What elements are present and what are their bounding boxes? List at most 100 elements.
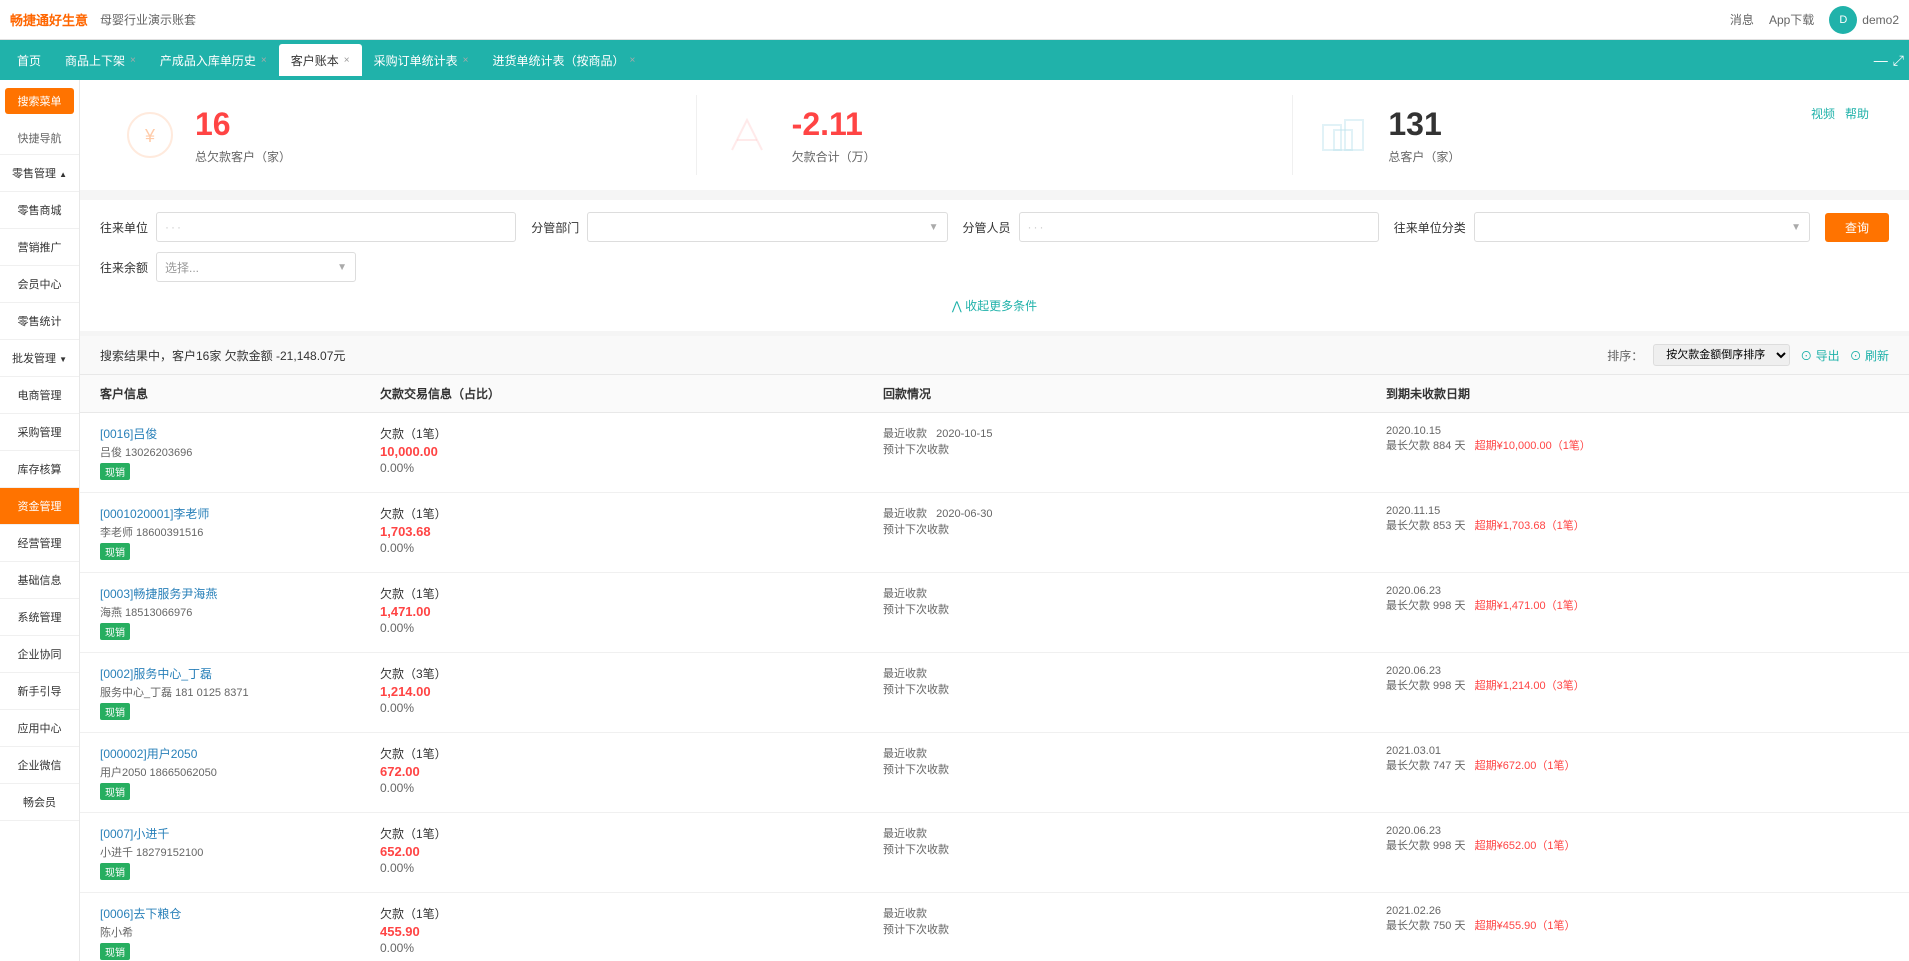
sidebar-search-btn[interactable]: 搜索菜单	[5, 88, 74, 114]
tab-customer-account[interactable]: 客户账本 ×	[279, 44, 362, 76]
customer-link[interactable]: [0007]小进千	[100, 827, 169, 841]
customer-code-name[interactable]: [0016]吕俊	[100, 425, 380, 442]
overdue-link[interactable]: 超期¥1,471.00（1笔）	[1475, 600, 1585, 612]
debt-amount[interactable]: 10,000.00	[380, 444, 883, 459]
sidebar-item-retail-stats[interactable]: 零售统计	[0, 303, 79, 340]
customer-link[interactable]: [0006]去下粮仓	[100, 907, 181, 921]
search-button[interactable]: 查询	[1825, 213, 1889, 242]
overdue-link[interactable]: 超期¥10,000.00（1笔）	[1475, 440, 1591, 452]
nav-maximize[interactable]: ⤢	[1893, 52, 1904, 69]
overdue-link[interactable]: 超期¥1,703.68（1笔）	[1475, 520, 1585, 532]
table-row: [0003]畅捷服务尹海燕 海燕 18513066976 现销 欠款（1笔） 1…	[80, 573, 1909, 653]
sidebar-item-member-vip[interactable]: 畅会员	[0, 784, 79, 821]
next-payment: 预计下次收款	[883, 761, 1386, 777]
sidebar-item-wechat[interactable]: 企业微信	[0, 747, 79, 784]
tab-purchase-stats[interactable]: 采购订单统计表 ×	[362, 44, 481, 76]
avatar-area[interactable]: D demo2	[1829, 6, 1899, 34]
export-btn[interactable]: ⊙ 导出	[1800, 347, 1839, 364]
sidebar-item-system[interactable]: 系统管理	[0, 599, 79, 636]
overdue-days: 最长欠款 750 天 超期¥455.90（1笔）	[1386, 917, 1889, 933]
tab-product-off[interactable]: 商品上下架 ×	[53, 44, 148, 76]
unit-type-input[interactable]: ▼	[1474, 212, 1810, 242]
sidebar-item-retail-mall[interactable]: 零售商城	[0, 192, 79, 229]
debt-amount[interactable]: 1,214.00	[380, 684, 883, 699]
customer-code-name[interactable]: [0006]去下粮仓	[100, 905, 380, 922]
due-date: 2020.06.23	[1386, 825, 1889, 837]
sidebar-item-enterprise[interactable]: 企业协同	[0, 636, 79, 673]
tab-product-history[interactable]: 产成品入库单历史 ×	[148, 44, 279, 76]
last-payment: 最近收款	[883, 585, 1386, 601]
sidebar-item-basic-info[interactable]: 基础信息	[0, 562, 79, 599]
tab-purchase-stats-close[interactable]: ×	[463, 55, 469, 66]
customer-code-name[interactable]: [000002]用户2050	[100, 745, 380, 762]
stat-label-total-customers: 总客户（家）	[1388, 148, 1796, 165]
tab-product-history-close[interactable]: ×	[261, 55, 267, 66]
debt-cell: 欠款（3笔） 1,214.00 0.00%	[380, 665, 883, 720]
sidebar-item-member[interactable]: 会员中心	[0, 266, 79, 303]
sidebar-item-batch-mgmt[interactable]: 批发管理 ▼	[0, 340, 79, 377]
tab-product-off-close[interactable]: ×	[130, 55, 136, 66]
customer-cell: [0002]服务中心_丁磊 服务中心_丁磊 181 0125 8371 现销	[100, 665, 380, 720]
sidebar-item-retail-mgmt[interactable]: 零售管理 ▲	[0, 155, 79, 192]
message-btn[interactable]: 消息	[1730, 11, 1754, 28]
stat-label-debt-customers: 总欠款客户（家）	[195, 148, 676, 165]
sidebar-item-app-center[interactable]: 应用中心	[0, 710, 79, 747]
debt-percent: 0.00%	[380, 781, 883, 795]
overdue-link[interactable]: 超期¥672.00（1笔）	[1475, 760, 1576, 772]
collapse-icon: ⋀	[952, 299, 962, 313]
tab-home[interactable]: 首页	[5, 44, 53, 76]
customer-badge: 现销	[100, 863, 130, 880]
collapse-btn[interactable]: ⋀ 收起更多条件	[100, 292, 1889, 319]
stat-info-debt-customers: 16 总欠款客户（家）	[195, 106, 676, 165]
video-btn[interactable]: 视频	[1811, 105, 1835, 122]
overdue-link[interactable]: 超期¥455.90（1笔）	[1475, 920, 1576, 932]
customer-link[interactable]: [0016]吕俊	[100, 427, 157, 441]
filter-unit-type: 往来单位分类 ▼	[1394, 212, 1810, 242]
last-payment: 最近收款	[883, 665, 1386, 681]
tab-purchase-product-stats-close[interactable]: ×	[629, 55, 635, 66]
balance-input[interactable]: 选择... ▼	[156, 252, 356, 282]
help-btn[interactable]: 帮助	[1845, 105, 1869, 122]
sidebar-item-finance[interactable]: 资金管理	[0, 488, 79, 525]
customer-code-name[interactable]: [0003]畅捷服务尹海燕	[100, 585, 380, 602]
logo-area: 畅捷通好生意	[10, 10, 90, 29]
customer-cell: [000002]用户2050 用户2050 18665062050 现销	[100, 745, 380, 800]
tab-purchase-product-stats[interactable]: 进货单统计表（按商品） ×	[480, 44, 647, 76]
customer-link[interactable]: [000002]用户2050	[100, 747, 197, 761]
sidebar-item-purchase[interactable]: 采购管理	[0, 414, 79, 451]
sidebar-retail-mgmt-label: 零售管理	[12, 168, 56, 180]
sidebar-quick-nav[interactable]: 快捷导航	[0, 122, 79, 155]
customer-code-name[interactable]: [0007]小进千	[100, 825, 380, 842]
debt-amount[interactable]: 455.90	[380, 924, 883, 939]
customer-link[interactable]: [0003]畅捷服务尹海燕	[100, 587, 217, 601]
filter-row-1: 往来单位 ··· 分管部门 ▼ 分管人员	[100, 212, 1889, 242]
debt-amount[interactable]: 1,703.68	[380, 524, 883, 539]
dept-input[interactable]: ▼	[587, 212, 947, 242]
sidebar-item-ecommerce[interactable]: 电商管理	[0, 377, 79, 414]
debt-amount[interactable]: 652.00	[380, 844, 883, 859]
sidebar-item-marketing[interactable]: 营销推广	[0, 229, 79, 266]
customer-code-name[interactable]: [0001020001]李老师	[100, 505, 380, 522]
stat-number-debt-amount: -2.11	[792, 106, 1273, 143]
debt-amount[interactable]: 1,471.00	[380, 604, 883, 619]
sort-select[interactable]: 按欠款金额倒序排序	[1653, 344, 1790, 366]
customer-code-name[interactable]: [0002]服务中心_丁磊	[100, 665, 380, 682]
overdue-link[interactable]: 超期¥1,214.00（3笔）	[1475, 680, 1585, 692]
logo-text: 畅捷通好生意	[10, 10, 88, 29]
sidebar-item-inventory[interactable]: 库存核算	[0, 451, 79, 488]
customer-link[interactable]: [0001020001]李老师	[100, 507, 209, 521]
overdue-link[interactable]: 超期¥652.00（1笔）	[1475, 840, 1576, 852]
top-bar: 畅捷通好生意 母婴行业演示账套 消息 App下载 D demo2	[0, 0, 1909, 40]
customer-link[interactable]: [0002]服务中心_丁磊	[100, 667, 212, 681]
tab-customer-account-close[interactable]: ×	[344, 55, 350, 66]
person-input[interactable]: ···	[1019, 212, 1379, 242]
date-cell: 2020.11.15 最长欠款 853 天 超期¥1,703.68（1笔）	[1386, 505, 1889, 560]
source-unit-input[interactable]: ···	[156, 212, 516, 242]
nav-minimize[interactable]: —	[1874, 52, 1888, 69]
debt-amount[interactable]: 672.00	[380, 764, 883, 779]
app-download-btn[interactable]: App下载	[1769, 11, 1814, 28]
sidebar-item-operations[interactable]: 经营管理	[0, 525, 79, 562]
customer-badge: 现销	[100, 623, 130, 640]
sidebar-item-newbie[interactable]: 新手引导	[0, 673, 79, 710]
refresh-btn[interactable]: ⊙ 刷新	[1850, 347, 1889, 364]
